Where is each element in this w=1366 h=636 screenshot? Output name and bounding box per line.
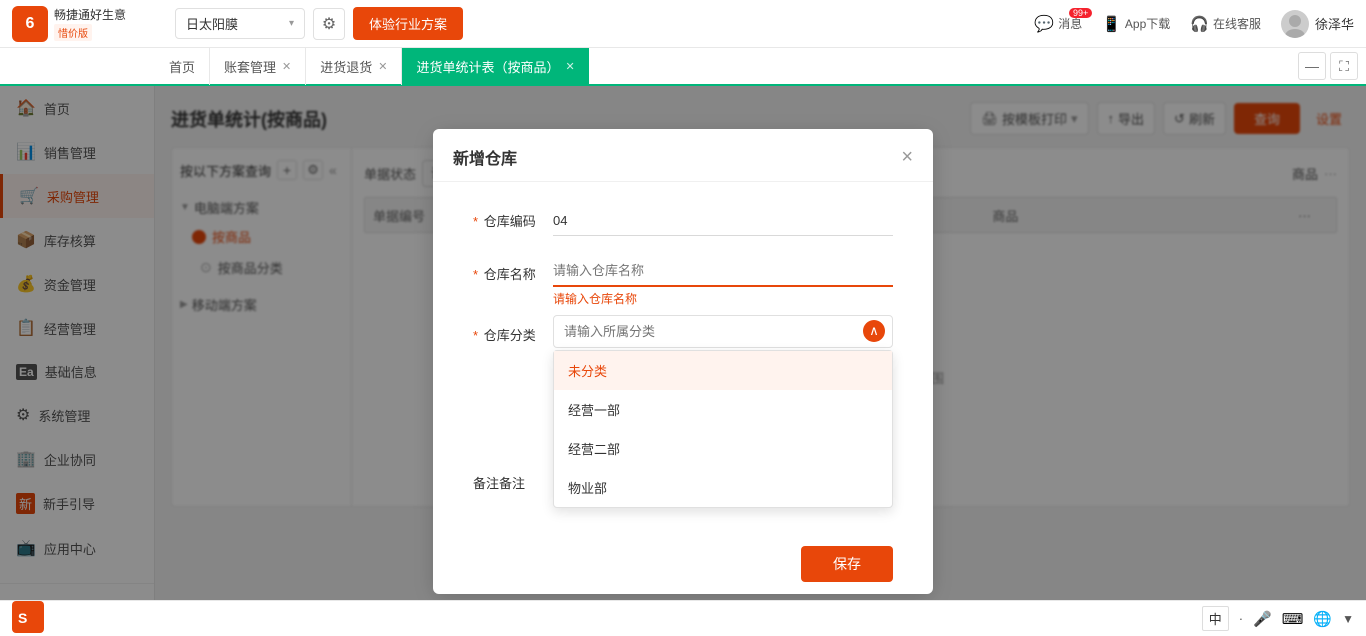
logo-text: 畅捷通好生意 — [54, 6, 126, 23]
warehouse-code-input[interactable] — [553, 206, 893, 236]
tab-purchase-return-label: 进货退货 — [320, 57, 372, 76]
form-label-category: * 仓库分类 — [473, 315, 553, 344]
dropdown-item-property[interactable]: 物业部 — [554, 468, 892, 507]
form-row-name: * 仓库名称 请输入仓库名称 — [473, 256, 893, 307]
dropdown-item-dept2[interactable]: 经营二部 — [554, 429, 892, 468]
tab-bar-end: — ⛶ — [1298, 52, 1358, 80]
punctuation-icon: · — [1239, 611, 1243, 626]
settings-btn[interactable]: ⚙ — [313, 8, 345, 40]
tab-bar: 首页 账套管理 ✕ 进货退货 ✕ 进货单统计表（按商品） ✕ — ⛶ — [0, 48, 1366, 86]
username: 徐泽华 — [1315, 14, 1354, 33]
store-arrow-icon: ▾ — [289, 18, 294, 29]
app-download-label: App下载 — [1125, 15, 1170, 32]
keyboard-icon[interactable]: ⌨ — [1282, 610, 1304, 628]
name-error-msg: 请输入仓库名称 — [553, 290, 893, 307]
globe-icon[interactable]: 🌐 — [1313, 610, 1332, 628]
form-control-code — [553, 206, 893, 236]
message-icon: 💬 — [1034, 14, 1054, 34]
bottom-bar: S 中 · 🎤 ⌨ 🌐 ▼ — [0, 600, 1366, 636]
dropdown-arrow-icon[interactable]: ▼ — [1342, 612, 1354, 626]
tab-home-label: 首页 — [169, 57, 195, 76]
customer-service-label: 在线客服 — [1213, 15, 1261, 32]
tab-account-label: 账套管理 — [224, 57, 276, 76]
modal: 新增仓库 × * 仓库编码 * — [433, 129, 933, 594]
dropdown-item-uncategorized[interactable]: 未分类 — [554, 351, 892, 390]
input-method-chinese[interactable]: 中 — [1202, 606, 1229, 631]
avatar — [1281, 10, 1309, 38]
tab-purchase-stat-close[interactable]: ✕ — [566, 60, 575, 73]
app-icon: 📱 — [1102, 15, 1121, 33]
dropdown-item-dept1[interactable]: 经营一部 — [554, 390, 892, 429]
modal-footer: 保存 — [433, 534, 933, 594]
modal-close-btn[interactable]: × — [901, 147, 913, 167]
required-star-name: * — [473, 267, 478, 282]
tab-home[interactable]: 首页 — [155, 47, 210, 85]
form-control-category: ∧ 未分类 经营一部 经营二部 物业部 — [553, 315, 893, 348]
tab-purchase-stat[interactable]: 进货单统计表（按商品） ✕ — [402, 47, 588, 85]
tab-minimize-btn[interactable]: — — [1298, 52, 1326, 80]
user-area[interactable]: 徐泽华 — [1281, 10, 1354, 38]
tab-expand-btn[interactable]: ⛶ — [1330, 52, 1358, 80]
main-layout: 🏠 首页 📊 销售管理 🛒 采购管理 📦 库存核算 💰 资金管理 📋 经 — [0, 86, 1366, 636]
form-row-code: * 仓库编码 — [473, 206, 893, 236]
svg-text:S: S — [18, 610, 27, 626]
category-toggle-icon[interactable]: ∧ — [863, 320, 885, 342]
trial-btn[interactable]: 体验行业方案 — [353, 7, 463, 40]
tab-purchase-stat-label: 进货单统计表（按商品） — [416, 57, 559, 76]
header-right: 💬 99+ 消息 📱 App下载 🎧 在线客服 徐泽华 — [1034, 10, 1354, 38]
app-download-btn[interactable]: 📱 App下载 — [1102, 15, 1170, 33]
form-row-category: * 仓库分类 ∧ 未分类 经营一部 经营二部 物业部 — [473, 315, 893, 348]
logo-badge: 惜价版 — [54, 24, 92, 41]
modal-title: 新增仓库 — [453, 145, 517, 169]
customer-service-btn[interactable]: 🎧 在线客服 — [1190, 15, 1261, 33]
headset-icon: 🎧 — [1190, 15, 1209, 33]
tab-account[interactable]: 账套管理 ✕ — [210, 47, 306, 85]
form-label-remark: 备注备注 — [473, 473, 553, 492]
tab-account-close[interactable]: ✕ — [282, 60, 291, 73]
form-label-name: * 仓库名称 — [473, 256, 553, 283]
mic-icon[interactable]: 🎤 — [1253, 610, 1272, 628]
tab-purchase-return-close[interactable]: ✕ — [378, 60, 387, 73]
tab-purchase-return[interactable]: 进货退货 ✕ — [306, 47, 402, 85]
messages-btn[interactable]: 💬 99+ 消息 — [1034, 14, 1082, 34]
sougou-logo: S — [12, 601, 44, 636]
store-selector[interactable]: 日太阳膜 ▾ — [175, 8, 305, 39]
logo-icon: 6 — [12, 6, 48, 42]
warehouse-name-input[interactable] — [553, 256, 893, 287]
modal-body: * 仓库编码 * 仓库名称 请输入仓库名称 — [433, 182, 933, 534]
message-badge: 99+ — [1069, 8, 1092, 18]
required-star-code: * — [473, 214, 478, 229]
store-name: 日太阳膜 — [186, 14, 238, 33]
form-control-name: 请输入仓库名称 — [553, 256, 893, 307]
form-label-code: * 仓库编码 — [473, 211, 553, 230]
category-input[interactable] — [553, 315, 893, 348]
required-star-category: * — [473, 328, 478, 343]
modal-overlay[interactable]: 新增仓库 × * 仓库编码 * — [0, 86, 1366, 636]
category-dropdown: 未分类 经营一部 经营二部 物业部 — [553, 350, 893, 508]
messages-label: 消息 — [1058, 15, 1082, 32]
logo-area: 6 畅捷通好生意 惜价版 — [12, 6, 167, 42]
modal-header: 新增仓库 × — [433, 129, 933, 182]
top-header: 6 畅捷通好生意 惜价版 日太阳膜 ▾ ⚙ 体验行业方案 💬 99+ 消息 📱 … — [0, 0, 1366, 48]
category-select-wrap: ∧ — [553, 315, 893, 348]
save-btn[interactable]: 保存 — [801, 546, 893, 582]
